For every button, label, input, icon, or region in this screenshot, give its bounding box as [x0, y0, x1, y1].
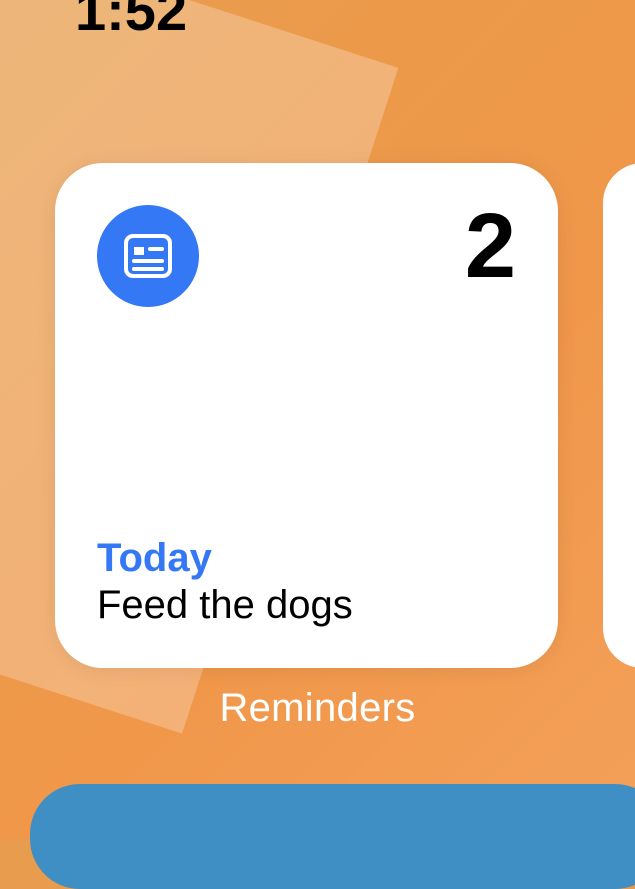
widget-app-label: Reminders [219, 686, 415, 731]
widget-header: 2 [97, 205, 516, 307]
status-bar-time: 1:52 [75, 0, 187, 43]
reminder-item-text: Feed the dogs [97, 583, 353, 628]
today-list-icon [97, 205, 199, 307]
widget-body: Today Feed the dogs [97, 536, 353, 628]
dock-bar[interactable] [30, 784, 635, 889]
reminder-count: 2 [465, 200, 516, 292]
adjacent-widget-peek[interactable] [603, 163, 635, 668]
reminders-widget[interactable]: 2 Today Feed the dogs [55, 163, 558, 668]
section-label: Today [97, 536, 353, 581]
